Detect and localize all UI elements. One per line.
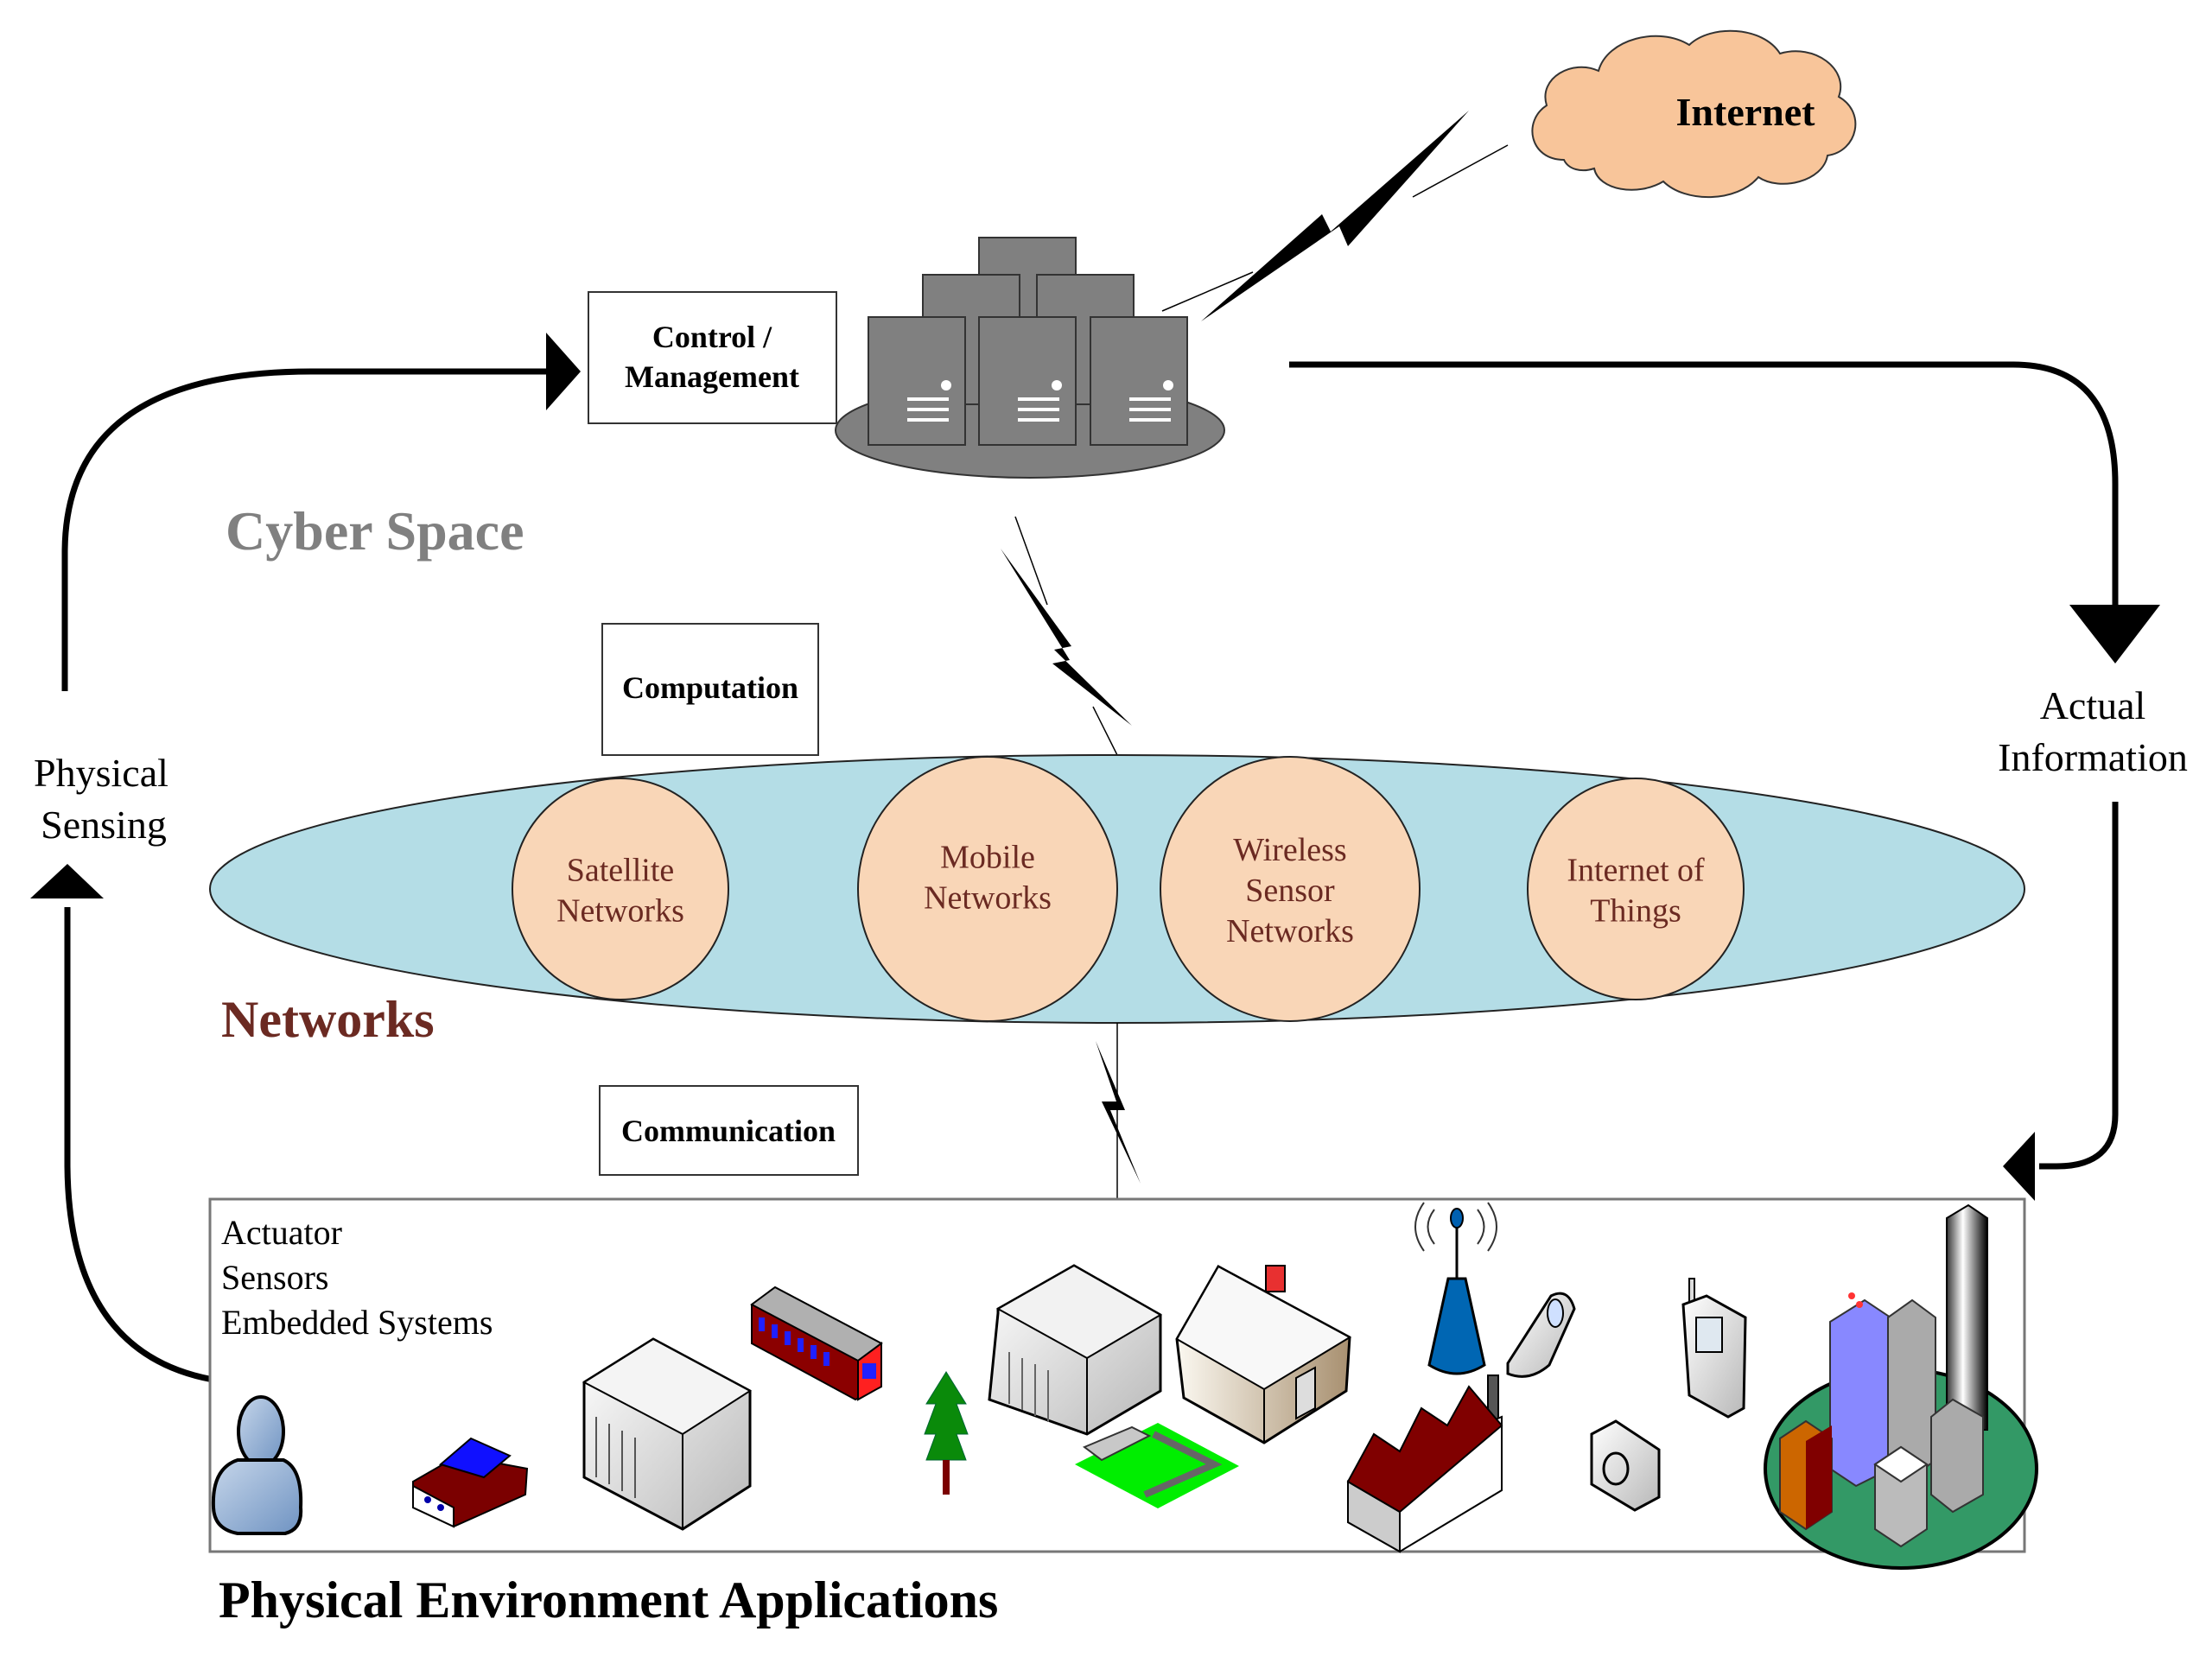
internet-label: Internet (1676, 90, 1816, 134)
network-circle-internet-of-things: Internet of Things (1527, 778, 1745, 1000)
actual-information-arrow-lower (2039, 802, 2119, 1170)
network-circle-label: Wireless (1233, 832, 1346, 868)
arrowhead-left-icon (2003, 1132, 2035, 1201)
networks-layer: Satellite Networks Mobile Networks Wireless S… (209, 754, 2025, 1024)
physical-sensing-arrow-lower (64, 907, 232, 1386)
control-management-box: Control / Management (588, 291, 837, 424)
server-icon (978, 316, 1077, 446)
control-line1: Control / (652, 320, 772, 354)
network-circle-wireless-sensor-networks: Wireless Sensor Networks (1160, 756, 1421, 1022)
internet-cloud: Internet (1531, 29, 1857, 199)
network-circle-mobile-networks: Mobile Networks (857, 756, 1118, 1022)
communication-label: Communication (621, 1114, 836, 1148)
actual-information-arrow-upper (1289, 361, 2119, 622)
physical-environment-title: Physical Environment Applications (219, 1571, 998, 1628)
network-circle-label: Internet of (1567, 853, 1705, 889)
networks-label: Networks (221, 991, 435, 1048)
wireless-link-cyber-networks (1001, 516, 1132, 756)
arrowhead-down-icon (2069, 605, 2160, 663)
server-icon (868, 316, 966, 446)
wireless-link-internet (1161, 111, 1509, 321)
network-circle-label: Networks (924, 880, 1052, 917)
network-circle-label: Networks (556, 893, 684, 930)
actual-info-line2: Information (1998, 735, 2188, 779)
server-icon (1090, 316, 1188, 446)
physical-sensing-line2: Sensing (41, 803, 167, 847)
lightning-bolt-icon (1201, 111, 1469, 321)
communication-box: Communication (599, 1085, 859, 1176)
env-item-sensors: Sensors (221, 1258, 328, 1297)
actual-info-line1: Actual (2040, 683, 2146, 727)
network-circle-label: Networks (1226, 913, 1354, 949)
cps-diagram: Internet Control / Management Cyber Spac… (30, 29, 2188, 1628)
cyber-space-label: Cyber Space (226, 500, 524, 562)
wireless-link-networks-physical (1096, 1023, 1141, 1199)
network-circle-label: Satellite (567, 853, 675, 889)
lightning-bolt-icon (1001, 549, 1132, 726)
arrowhead-up-icon (30, 864, 104, 898)
computation-box: Computation (601, 623, 819, 756)
control-line2: Management (625, 359, 799, 394)
server-farm-icon (835, 237, 1225, 479)
computation-label: Computation (622, 670, 798, 705)
network-circle-label: Things (1590, 893, 1681, 930)
lightning-bolt-icon (1096, 1041, 1141, 1184)
env-item-embedded: Embedded Systems (221, 1303, 493, 1342)
network-circle-label: Sensor (1245, 873, 1335, 909)
arrowhead-right-icon (546, 333, 581, 410)
network-circle-label: Mobile (940, 840, 1035, 876)
physical-environment-box: Actuator Sensors Embedded Systems (208, 1197, 2038, 1570)
env-item-actuator: Actuator (221, 1213, 342, 1252)
network-circle-satellite-networks: Satellite Networks (512, 778, 729, 1000)
physical-sensing-line1: Physical (34, 751, 168, 795)
